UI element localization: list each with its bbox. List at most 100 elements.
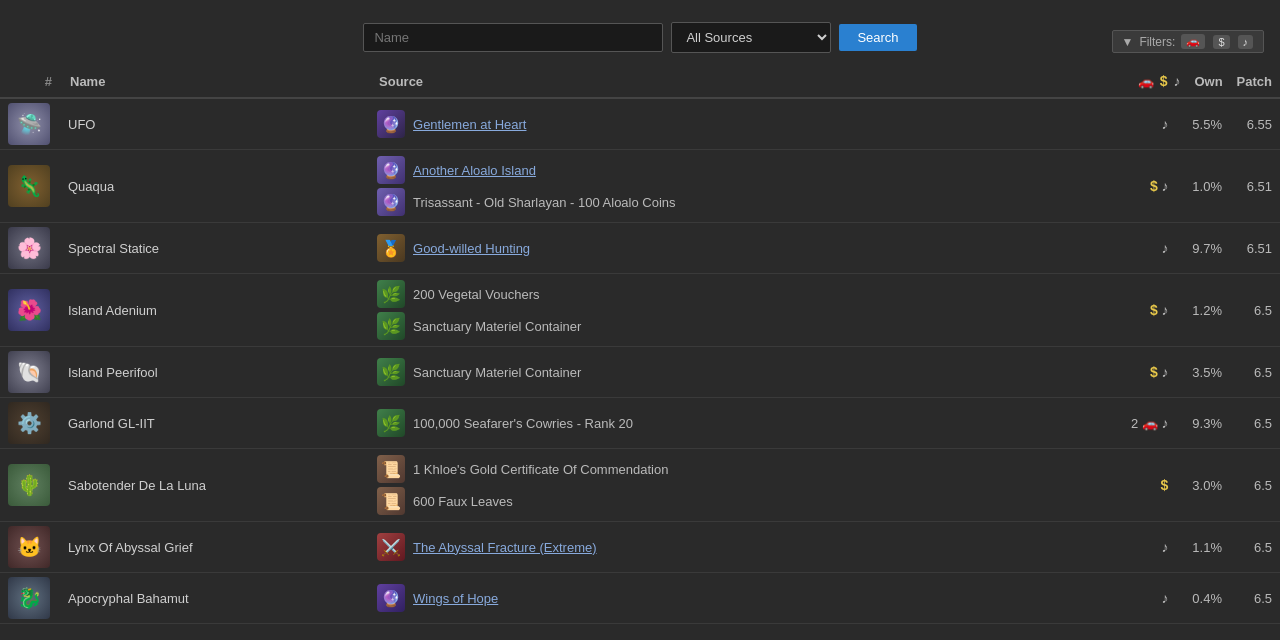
source-icon: 🔮 (377, 156, 405, 184)
pct-value: 9.3% (1180, 416, 1222, 431)
source-cell: 🏅 Good-willed Hunting (369, 223, 977, 274)
mount-name: Lynx Of Abyssal Grief (60, 522, 369, 573)
mount-name: Quaqua (60, 150, 369, 223)
mount-cell: 🛸 (0, 98, 60, 150)
col-gil-icon: $ (1160, 73, 1168, 89)
row-icons-cell: $ ♪ 1.2%6.5 (977, 274, 1280, 347)
music-icon: ♪ (1161, 116, 1168, 132)
mount-cell: 🦎 (0, 150, 60, 223)
patch-value: 6.51 (1236, 241, 1272, 256)
music-icon: ♪ (1161, 415, 1168, 431)
patch-value: 6.55 (1236, 117, 1272, 132)
table-row: 🌺Island Adenium🌿200 Vegetal Vouchers🌿San… (0, 274, 1280, 347)
mount-icon: 🛸 (8, 103, 50, 145)
table-row: 🐱Lynx Of Abyssal Grief ⚔️ The Abyssal Frac… (0, 522, 1280, 573)
row-icons-cell: ♪ 1.1%6.5 (977, 522, 1280, 573)
source-text: Trisassant - Old Sharlayan - 100 Aloalo … (413, 195, 676, 210)
source-text: 1 Khloe's Gold Certificate Of Commendati… (413, 462, 668, 477)
table-row: 🌵Sabotender De La Luna 📜 1 Khloe's Gold Ce… (0, 449, 1280, 522)
filters-label: Filters: (1139, 35, 1175, 49)
source-icon: 🌿 (377, 280, 405, 308)
source-icon: 📜 (377, 487, 405, 515)
patch-value: 6.5 (1236, 416, 1272, 431)
mount-count: 2 🚗 (1131, 416, 1158, 431)
mount-cell: 🐱 (0, 522, 60, 573)
row-icons-cell: 2 🚗 ♪ 9.3% 6.5 (977, 398, 1280, 449)
source-icon: ⚔️ (377, 533, 405, 561)
patch-value: 6.5 (1236, 303, 1272, 318)
mount-name: Island Peerifool (60, 347, 369, 398)
source-text: 100,000 Seafarer's Cowries - Rank 20 (413, 416, 633, 431)
pct-value: 0.4% (1180, 591, 1222, 606)
source-text[interactable]: Good-willed Hunting (413, 241, 530, 256)
filter-badge-gil[interactable]: $ (1213, 35, 1229, 49)
table-header: # Name Source 🚗 $ ♪ Own Patch (0, 65, 1280, 98)
patch-value: 6.5 (1236, 540, 1272, 555)
source-cell: 🌿 Sanctuary Materiel Container (369, 347, 977, 398)
mount-icon: 🐚 (8, 351, 50, 393)
search-button[interactable]: Search (839, 24, 916, 51)
search-input[interactable] (363, 23, 663, 52)
mount-icon: 🦎 (8, 165, 50, 207)
source-cell: 🔮 Wings of Hope (369, 573, 977, 624)
table-row: 🐚Island Peerifool 🌿 Sanctuary Materiel Con… (0, 347, 1280, 398)
music-icon: ♪ (1161, 240, 1168, 256)
row-icons-cell: $ ♪ 3.5%6.5 (977, 347, 1280, 398)
filter-icon: ▼ (1121, 35, 1133, 49)
col-num: # (0, 65, 60, 98)
patch-value: 6.5 (1236, 478, 1272, 493)
col-name: Name (60, 65, 369, 98)
patch-value: 6.5 (1236, 591, 1272, 606)
mount-name: Spectral Statice (60, 223, 369, 274)
col-patch-label: Patch (1237, 74, 1272, 89)
table-row: 🐉Apocryphal Bahamut 🔮 Wings of Hope ♪ 0.4% 6… (0, 573, 1280, 624)
mount-cell: 🌺 (0, 274, 60, 347)
music-icon: ♪ (1161, 178, 1168, 194)
source-cell: 🔮Gentlemen at Heart (369, 98, 977, 150)
music-icon: ♪ (1161, 364, 1168, 380)
pct-value: 3.5% (1180, 365, 1222, 380)
mount-icon: 🐱 (8, 526, 50, 568)
source-text: Sanctuary Materiel Container (413, 365, 581, 380)
pct-value: 1.0% (1180, 179, 1222, 194)
patch-value: 6.51 (1236, 179, 1272, 194)
filter-badge-music[interactable]: ♪ (1238, 35, 1254, 49)
mount-cell: 🐉 (0, 573, 60, 624)
source-text[interactable]: Wings of Hope (413, 591, 498, 606)
row-icons-cell: ♪ 0.4% 6.5 (977, 573, 1280, 624)
source-icon: 🔮 (377, 188, 405, 216)
col-mount-icon: 🚗 (1138, 74, 1154, 89)
mount-name: Sabotender De La Luna (60, 449, 369, 522)
sources-select[interactable]: All Sources (671, 22, 831, 53)
source-icon: 🔮 (377, 584, 405, 612)
mount-name: Garlond GL-IIT (60, 398, 369, 449)
row-icons-cell: $ ♪ 1.0%6.51 (977, 150, 1280, 223)
source-text[interactable]: Gentlemen at Heart (413, 117, 526, 132)
mount-icon: 🌸 (8, 227, 50, 269)
mount-icon: 🌵 (8, 464, 50, 506)
music-icon: ♪ (1161, 590, 1168, 606)
source-text[interactable]: Another Aloalo Island (413, 163, 536, 178)
source-cell: 🌿200 Vegetal Vouchers🌿Sanctuary Materiel… (369, 274, 977, 347)
music-icon: ♪ (1161, 302, 1168, 318)
source-icon: 🌿 (377, 312, 405, 340)
filter-badge-mount[interactable]: 🚗 (1181, 34, 1205, 49)
col-own-label: Own (1194, 74, 1222, 89)
main-table: # Name Source 🚗 $ ♪ Own Patch 🛸 (0, 65, 1280, 624)
mount-cell: 🐚 (0, 347, 60, 398)
col-music-icon: ♪ (1173, 73, 1180, 89)
mount-name: Apocryphal Bahamut (60, 573, 369, 624)
source-icon: 🏅 (377, 234, 405, 262)
source-icon: 🌿 (377, 358, 405, 386)
source-text[interactable]: The Abyssal Fracture (Extreme) (413, 540, 597, 555)
pct-value: 1.2% (1180, 303, 1222, 318)
source-cell: 🌿 100,000 Seafarer's Cowries - Rank 20 (369, 398, 977, 449)
search-bar: All Sources Search (0, 10, 1280, 65)
mount-name: UFO (60, 98, 369, 150)
mount-icon: 🌺 (8, 289, 50, 331)
source-cell: ⚔️ The Abyssal Fracture (Extreme) (369, 522, 977, 573)
source-icon: 🌿 (377, 409, 405, 437)
row-icons-cell: ♪ 9.7%6.51 (977, 223, 1280, 274)
source-text: 200 Vegetal Vouchers (413, 287, 540, 302)
table-row: 🦎Quaqua 🔮 Another Aloalo Island 🔮 Trisassant… (0, 150, 1280, 223)
